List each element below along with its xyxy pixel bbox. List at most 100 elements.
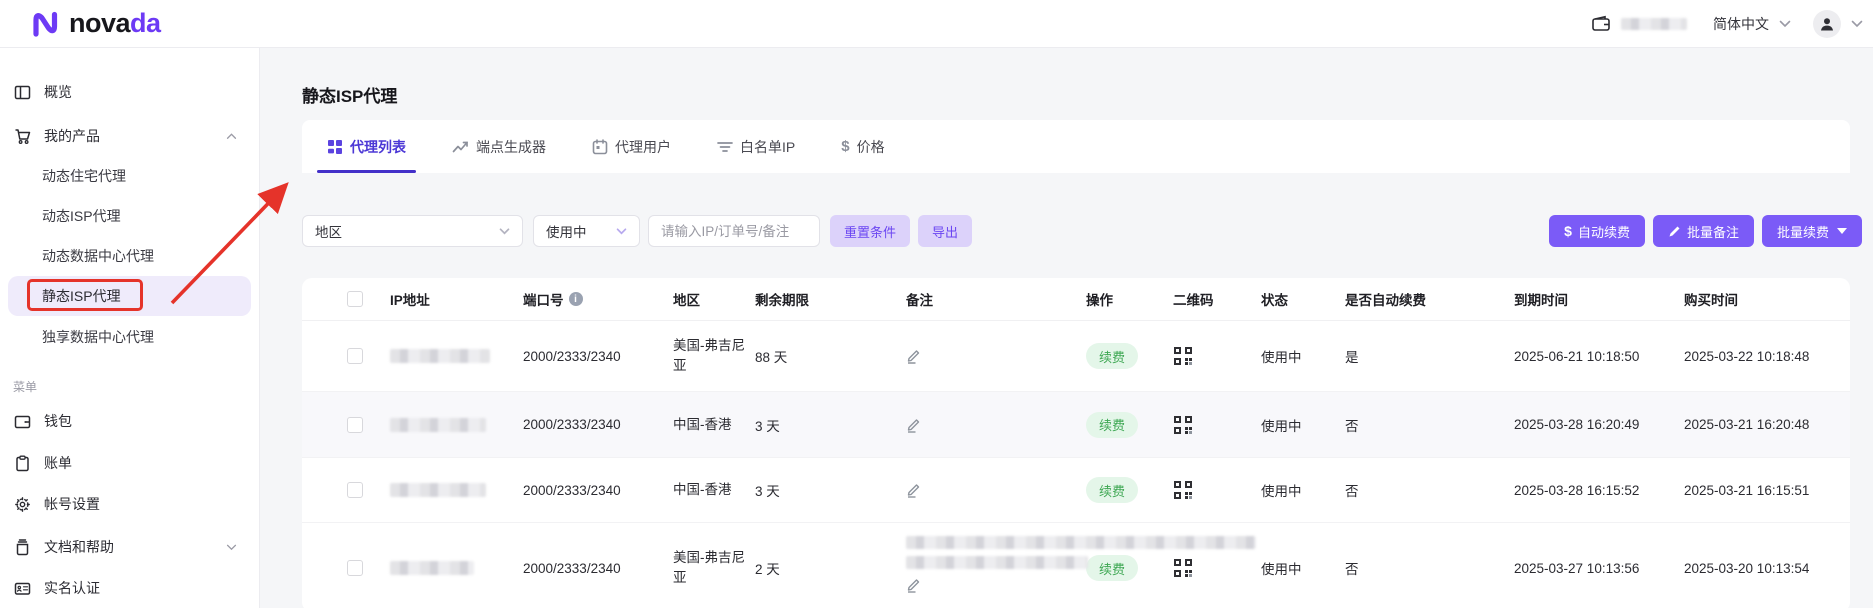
- qr-code-icon[interactable]: [1173, 346, 1193, 366]
- edit-remark-icon[interactable]: [906, 577, 922, 593]
- sidebar-item-wallet[interactable]: 钱包: [0, 401, 259, 441]
- edit-remark-icon[interactable]: [906, 482, 922, 498]
- sidebar-item-label: 账单: [44, 455, 72, 471]
- cell-expire-time: 2025-06-21 10:18:50: [1514, 348, 1640, 364]
- dollar-icon: $: [841, 138, 850, 155]
- dollar-icon: $: [1564, 223, 1572, 239]
- pencil-icon: [1669, 226, 1680, 236]
- chevron-down-icon: [616, 227, 627, 234]
- sidebar-item-docs-and-help[interactable]: 文档和帮助: [0, 527, 259, 567]
- export-button[interactable]: 导出: [918, 215, 973, 247]
- edit-remark-icon[interactable]: [906, 348, 922, 364]
- language-selector[interactable]: 简体中文: [1713, 14, 1769, 34]
- cell-remaining: 3 天: [755, 418, 780, 434]
- table-row: 2000/2333/2340 美国-弗吉尼亚 88 天 续费 使用中 是 202…: [302, 321, 1850, 392]
- table-header-row: IP地址 端口号 i 地区 剩余期限 备注 操作 二维码 状态 是否自动续费 到期…: [302, 278, 1850, 321]
- cell-region: 美国-弗吉尼亚: [673, 550, 745, 585]
- region-filter-select[interactable]: 地区: [302, 215, 523, 247]
- column-header-auto-renew: 是否自动续费: [1345, 293, 1426, 308]
- trend-up-icon: [452, 141, 468, 152]
- renew-button[interactable]: 续费: [1086, 477, 1138, 503]
- auto-renew-button[interactable]: $ 自动续费: [1549, 215, 1645, 247]
- sidebar-item-dedicated-datacenter-proxy[interactable]: 独享数据中心代理: [0, 317, 259, 357]
- cell-remaining: 3 天: [755, 484, 780, 499]
- tab-whitelist-ip[interactable]: 白名单IP: [707, 120, 805, 173]
- column-header-ip: IP地址: [390, 293, 430, 308]
- qr-code-icon[interactable]: [1173, 558, 1193, 578]
- cell-purchase-time: 2025-03-21 16:15:51: [1684, 482, 1810, 498]
- cell-region: 美国-弗吉尼亚: [673, 338, 745, 373]
- sidebar-sub-label: 独享数据中心代理: [42, 329, 154, 345]
- gear-icon: [13, 496, 31, 513]
- row-checkbox[interactable]: [347, 416, 363, 433]
- sidebar-item-dynamic-isp-proxy[interactable]: 动态ISP代理: [0, 196, 259, 236]
- tab-proxy-users[interactable]: 代理用户: [582, 120, 681, 173]
- cell-status: 使用中: [1261, 484, 1302, 499]
- sidebar-item-static-isp-proxy[interactable]: 静态ISP代理: [8, 276, 251, 316]
- renew-button[interactable]: 续费: [1086, 343, 1138, 369]
- sidebar: 概览 我的产品 动态住宅代理 动态ISP代理 动态数据中心代理 静态ISP代理 …: [0, 48, 260, 608]
- grid-icon: [328, 139, 342, 154]
- qr-code-icon[interactable]: [1173, 480, 1193, 500]
- tab-label: 代理列表: [350, 138, 406, 155]
- reset-filters-button[interactable]: 重置条件: [830, 215, 911, 247]
- bulk-actions: $ 自动续费 批量备注 批量续费: [1549, 215, 1862, 247]
- tab-endpoint-generator[interactable]: 端点生成器: [442, 120, 556, 173]
- qr-code-icon[interactable]: [1173, 415, 1193, 435]
- button-label: 批量备注: [1686, 224, 1739, 240]
- port-info-icon[interactable]: i: [568, 292, 583, 306]
- row-checkbox[interactable]: [347, 482, 363, 498]
- column-header-purchase-time: 购买时间: [1684, 293, 1738, 308]
- sidebar-item-my-products[interactable]: 我的产品: [0, 116, 259, 156]
- sidebar-item-label: 钱包: [44, 413, 72, 429]
- caret-down-icon: [1837, 228, 1847, 234]
- button-label: 自动续费: [1577, 224, 1630, 240]
- chevron-down-icon: [499, 227, 510, 234]
- calendar-icon: [592, 138, 608, 154]
- sidebar-item-billing[interactable]: 账单: [0, 443, 259, 483]
- sidebar-item-real-name-auth[interactable]: 实名认证: [0, 568, 259, 608]
- cell-region: 中国-香港: [673, 482, 732, 498]
- wallet-icon[interactable]: [1591, 15, 1611, 33]
- column-header-port: 端口号: [523, 293, 564, 308]
- cell-auto-renew: 否: [1345, 484, 1359, 499]
- sidebar-item-account-settings[interactable]: 帐号设置: [0, 484, 259, 524]
- cell-purchase-time: 2025-03-20 10:13:54: [1684, 560, 1810, 576]
- cell-remark: [906, 523, 1256, 593]
- tab-label: 价格: [856, 138, 885, 155]
- row-checkbox[interactable]: [347, 348, 363, 364]
- select-all-checkbox[interactable]: [347, 291, 363, 307]
- user-avatar[interactable]: [1813, 9, 1841, 38]
- region-filter-value: 地区: [315, 225, 342, 240]
- column-header-status: 状态: [1261, 293, 1288, 308]
- batch-renew-button[interactable]: 批量续费: [1761, 215, 1862, 247]
- search-input[interactable]: [648, 215, 820, 247]
- renew-button[interactable]: 续费: [1086, 411, 1138, 438]
- sidebar-item-dynamic-residential-proxy[interactable]: 动态住宅代理: [0, 156, 259, 196]
- chevron-down-icon[interactable]: [1851, 20, 1863, 28]
- documents-icon: [13, 538, 31, 556]
- edit-remark-icon[interactable]: [906, 417, 922, 433]
- remark-text-blurred: [906, 556, 1088, 569]
- cell-expire-time: 2025-03-27 10:13:56: [1514, 560, 1640, 576]
- chevron-down-icon[interactable]: [1779, 20, 1791, 28]
- topbar-right: 简体中文: [1591, 9, 1863, 38]
- status-filter-select[interactable]: 使用中: [533, 215, 640, 247]
- sidebar-item-overview[interactable]: 概览: [0, 72, 259, 112]
- cell-port: 2000/2333/2340: [523, 348, 621, 364]
- filter-lines-icon: [717, 141, 733, 152]
- row-checkbox[interactable]: [347, 560, 363, 576]
- brand-logo[interactable]: novada: [30, 8, 161, 39]
- renew-button[interactable]: 续费: [1086, 555, 1138, 581]
- tab-pricing[interactable]: $ 价格: [831, 120, 894, 173]
- sidebar-item-dynamic-datacenter-proxy[interactable]: 动态数据中心代理: [0, 236, 259, 276]
- cell-port: 2000/2333/2340: [523, 417, 621, 432]
- sidebar-sub-label: 动态数据中心代理: [42, 248, 154, 264]
- column-header-expire-time: 到期时间: [1514, 293, 1568, 308]
- button-label: 批量续费: [1776, 224, 1829, 240]
- tab-proxy-list[interactable]: 代理列表: [317, 120, 416, 173]
- cell-auto-renew: 是: [1345, 350, 1359, 365]
- batch-remark-button[interactable]: 批量备注: [1652, 215, 1754, 247]
- overview-icon: [13, 84, 31, 101]
- id-card-icon: [13, 580, 31, 597]
